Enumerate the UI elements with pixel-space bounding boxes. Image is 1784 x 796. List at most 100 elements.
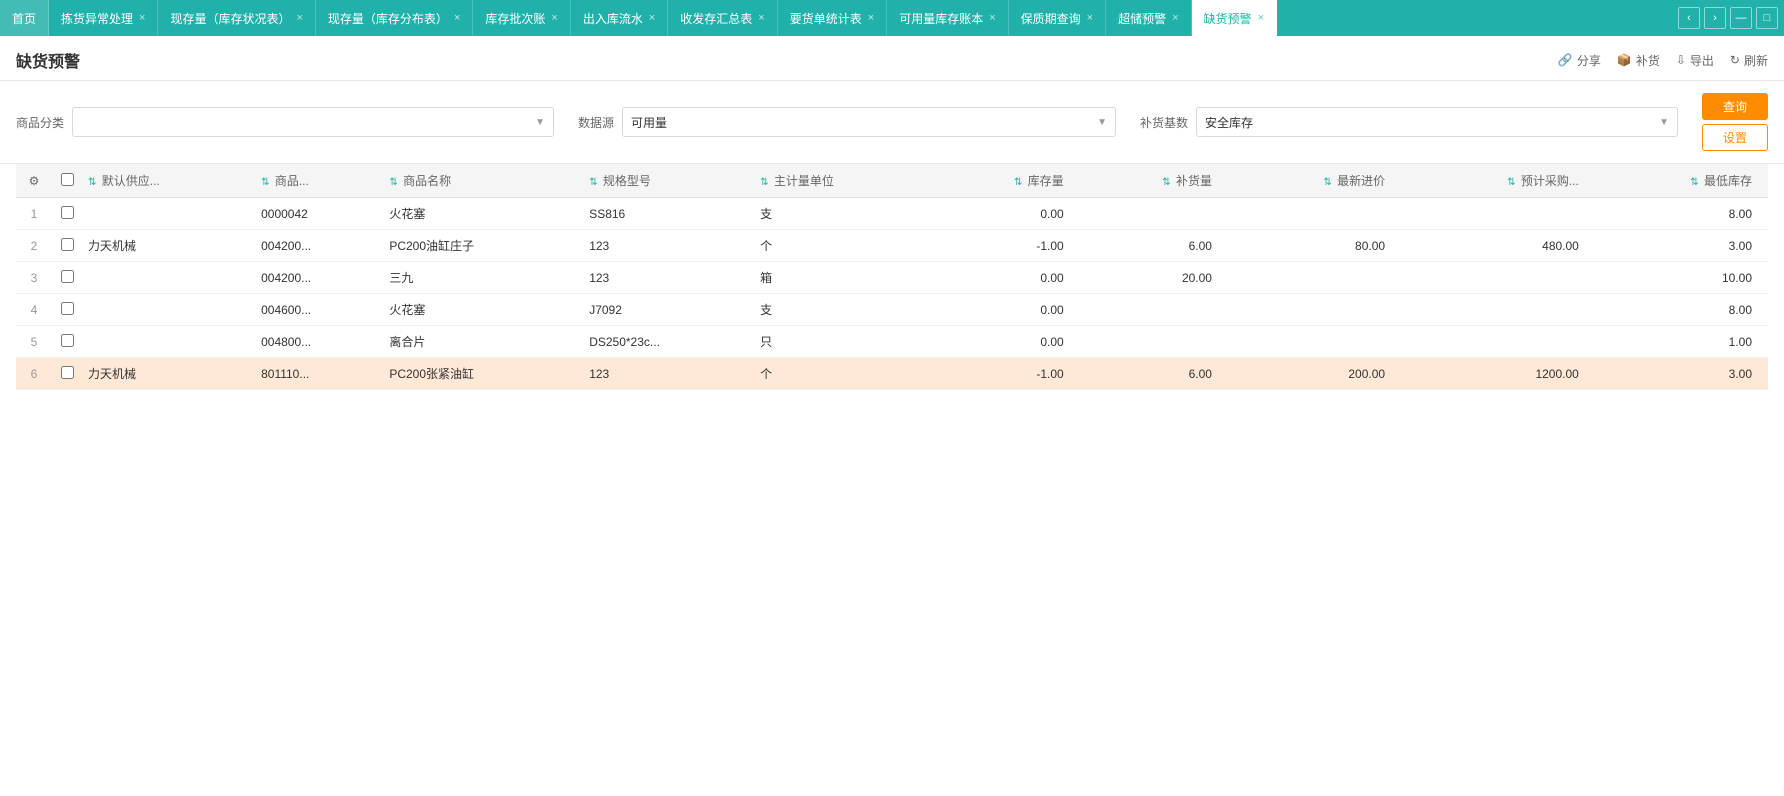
replenish-button[interactable]: 📦 补货 [1617,52,1660,69]
row-name-1: 火花塞 [383,198,583,230]
col-product-name[interactable]: ⇅ 商品名称 [383,164,583,198]
shortage-table: ⚙ ⇅ 默认供应... ⇅ 商品... ⇅ 商品名称 [16,164,1768,390]
tab-maximize[interactable]: □ [1756,7,1778,29]
tab-inventory-dist[interactable]: 现存量（库存分布表） × [316,0,473,36]
row-replenish-1 [1080,198,1228,230]
col-settings[interactable]: ⚙ [16,164,52,198]
close-tab-available-ledger[interactable]: × [989,12,995,24]
replenish-icon: 📦 [1617,53,1632,67]
row-min-stock-5: 1.00 [1595,326,1768,358]
col-default-supplier[interactable]: ⇅ 默认供应... [82,164,255,198]
col-product-code[interactable]: ⇅ 商品... [255,164,383,198]
col-min-stock[interactable]: ⇅ 最低库存 [1595,164,1768,198]
close-tab-inout-flow[interactable]: × [649,12,655,24]
row-name-3: 三九 [383,262,583,294]
row-supplier-6: 力天机械 [82,358,255,390]
query-button[interactable]: 查询 [1702,93,1768,120]
col-replenish[interactable]: ⇅ 补货量 [1080,164,1228,198]
row-code-5: 004800... [255,326,383,358]
row-name-6: PC200张紧油缸 [383,358,583,390]
data-source-select[interactable]: 可用量 ▼ [622,107,1116,137]
tab-abnormal[interactable]: 拣货异常处理 × [49,0,158,36]
row-supplier-2: 力天机械 [82,230,255,262]
col-unit[interactable]: ⇅ 主计量单位 [754,164,931,198]
close-tab-abnormal[interactable]: × [139,12,145,24]
tab-scroll-right[interactable]: › [1704,7,1726,29]
col-spec[interactable]: ⇅ 规格型号 [583,164,754,198]
tab-shortage[interactable]: 缺货预警 × [1192,0,1277,36]
export-button[interactable]: ⇩ 导出 [1676,52,1714,69]
replenish-base-select[interactable]: 安全库存 ▼ [1196,107,1678,137]
data-source-value: 可用量 [631,114,667,131]
row-select-5[interactable] [61,334,74,347]
row-checkbox-4[interactable] [52,294,82,326]
row-checkbox-1[interactable] [52,198,82,230]
row-code-2: 004200... [255,230,383,262]
row-price-4 [1228,294,1401,326]
close-tab-overstock[interactable]: × [1172,12,1178,24]
tab-inout-flow[interactable]: 出入库流水 × [571,0,668,36]
row-est-purchase-3 [1401,262,1595,294]
product-category-label: 商品分类 [16,114,64,131]
row-est-purchase-1 [1401,198,1595,230]
sort-est-icon: ⇅ [1507,177,1515,188]
close-tab-shortage[interactable]: × [1258,12,1264,24]
tab-expiry[interactable]: 保质期查询 × [1009,0,1106,36]
row-code-4: 004600... [255,294,383,326]
tab-receive-summary[interactable]: 收发存汇总表 × [668,0,777,36]
select-all-checkbox[interactable] [61,173,74,186]
share-button[interactable]: 🔗 分享 [1558,52,1601,69]
row-code-1: 0000042 [255,198,383,230]
refresh-icon: ↻ [1730,53,1740,67]
row-stock-6: -1.00 [931,358,1079,390]
close-tab-expiry[interactable]: × [1087,12,1093,24]
tab-available-ledger[interactable]: 可用量库存账本 × [887,0,1008,36]
tab-requisition-stats[interactable]: 要货单统计表 × [778,0,887,36]
header-actions: 🔗 分享 📦 补货 ⇩ 导出 ↻ 刷新 [1558,52,1768,69]
close-tab-requisition-stats[interactable]: × [868,12,874,24]
tab-batch[interactable]: 库存批次账 × [473,0,570,36]
table-row: 2 力天机械 004200... PC200油缸庄子 123 个 -1.00 6… [16,230,1768,262]
sort-stock-icon: ⇅ [1014,177,1022,188]
col-latest-price[interactable]: ⇅ 最新进价 [1228,164,1401,198]
tab-minimize[interactable]: — [1730,7,1752,29]
close-tab-batch[interactable]: × [551,12,557,24]
settings-button[interactable]: 设置 [1702,124,1768,151]
row-est-purchase-6: 1200.00 [1401,358,1595,390]
sort-name-icon: ⇅ [389,177,397,188]
row-select-1[interactable] [61,206,74,219]
tab-home[interactable]: 首页 [0,0,49,36]
tab-inventory-status[interactable]: 现存量（库存状况表） × [158,0,315,36]
data-source-filter: 数据源 可用量 ▼ [578,107,1116,137]
row-select-4[interactable] [61,302,74,315]
col-stock[interactable]: ⇅ 库存量 [931,164,1079,198]
tab-nav-controls: ‹ › — □ [1672,7,1784,29]
product-category-filter: 商品分类 ▼ [16,107,554,137]
row-checkbox-3[interactable] [52,262,82,294]
product-category-select[interactable]: ▼ [72,107,554,137]
row-select-3[interactable] [61,270,74,283]
refresh-button[interactable]: ↻ 刷新 [1730,52,1768,69]
row-select-2[interactable] [61,238,74,251]
close-tab-inventory-dist[interactable]: × [454,12,460,24]
page-header: 缺货预警 🔗 分享 📦 补货 ⇩ 导出 ↻ 刷新 [0,36,1784,81]
row-checkbox-6[interactable] [52,358,82,390]
col-est-purchase[interactable]: ⇅ 预计采购... [1401,164,1595,198]
row-checkbox-5[interactable] [52,326,82,358]
row-code-3: 004200... [255,262,383,294]
close-tab-receive-summary[interactable]: × [758,12,764,24]
table-row: 1 0000042 火花塞 SS816 支 0.00 8.00 [16,198,1768,230]
row-checkbox-2[interactable] [52,230,82,262]
row-unit-5: 只 [754,326,931,358]
row-select-6[interactable] [61,366,74,379]
export-icon: ⇩ [1676,53,1686,67]
row-stock-1: 0.00 [931,198,1079,230]
page-title: 缺货预警 [16,48,80,72]
row-stock-5: 0.00 [931,326,1079,358]
tab-scroll-left[interactable]: ‹ [1678,7,1700,29]
row-unit-4: 支 [754,294,931,326]
sort-supplier-icon: ⇅ [88,177,96,188]
tab-overstock[interactable]: 超储预警 × [1106,0,1191,36]
close-tab-inventory-status[interactable]: × [296,12,302,24]
table-header-row: ⚙ ⇅ 默认供应... ⇅ 商品... ⇅ 商品名称 [16,164,1768,198]
